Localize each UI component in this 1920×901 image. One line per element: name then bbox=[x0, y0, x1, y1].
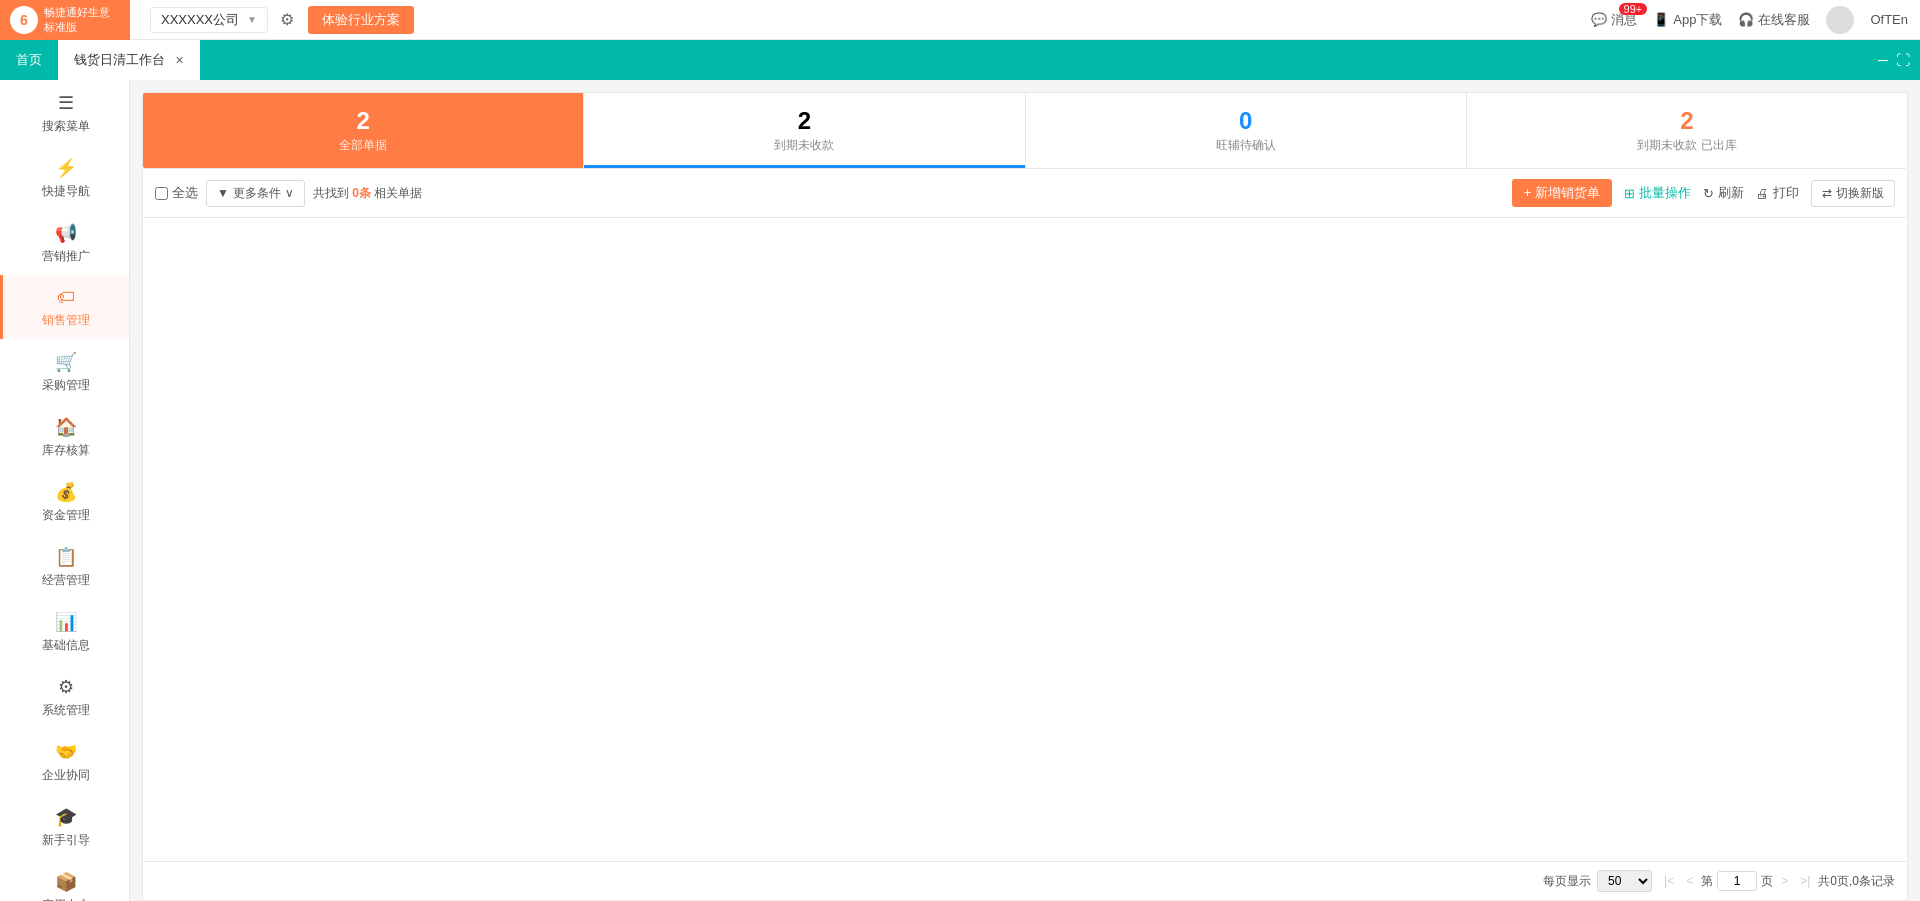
refresh-icon: ↻ bbox=[1703, 186, 1714, 201]
toolbar-right: + 新增销货单 ⊞ 批量操作 ↻ 刷新 🖨 打印 ⇄ 切换新版 bbox=[1512, 179, 1895, 207]
sidebar-item-quick-nav[interactable]: ⚡ 快捷导航 bbox=[0, 145, 129, 210]
prev-page-button[interactable]: < bbox=[1682, 872, 1697, 890]
message-badge: 99+ bbox=[1619, 3, 1648, 15]
select-all-checkbox[interactable]: 全选 bbox=[155, 184, 198, 202]
page-input[interactable] bbox=[1717, 871, 1757, 891]
quick-nav-icon: ⚡ bbox=[55, 157, 77, 179]
company-name: XXXXXX公司 bbox=[161, 11, 239, 29]
filter-icon: ▼ bbox=[217, 186, 229, 200]
switch-version-button[interactable]: ⇄ 切换新版 bbox=[1811, 180, 1895, 207]
card-all-num: 2 bbox=[163, 107, 563, 135]
chevron-down-icon: ▼ bbox=[247, 14, 257, 25]
company-selector[interactable]: XXXXXX公司 ▼ bbox=[150, 7, 268, 33]
top-bar: 6 畅捷通好生意 标准版 XXXXXX公司 ▼ ⚙ 体验行业方案 💬 消息 99… bbox=[0, 0, 1920, 40]
operation-icon: 📋 bbox=[55, 546, 77, 568]
main-layout: ☰ 搜索菜单 ⚡ 快捷导航 📢 营销推广 🏷 销售管理 🛒 采购管理 🏠 库存核… bbox=[0, 80, 1920, 901]
refresh-button[interactable]: ↻ 刷新 bbox=[1703, 184, 1744, 202]
guide-icon: 🎓 bbox=[55, 806, 77, 828]
sidebar-item-guide[interactable]: 🎓 新手引导 bbox=[0, 794, 129, 859]
card-bottom-bar bbox=[584, 165, 1024, 168]
sidebar-item-marketing[interactable]: 📢 营销推广 bbox=[0, 210, 129, 275]
trial-button[interactable]: 体验行业方案 bbox=[308, 6, 414, 34]
sidebar-item-finance[interactable]: 💰 资金管理 bbox=[0, 469, 129, 534]
search-menu-icon: ☰ bbox=[58, 92, 74, 114]
sidebar-item-app-center[interactable]: 📦 应用中心 bbox=[0, 859, 129, 901]
avatar-name: OfTEn bbox=[1870, 12, 1908, 27]
card-wangfu-label: 旺辅待确认 bbox=[1046, 137, 1446, 154]
content-area: 2 全部单据 2 到期未收款 0 旺辅待确认 2 到期未收款 已出库 bbox=[130, 80, 1920, 901]
more-filters-button[interactable]: ▼ 更多条件 ∨ bbox=[206, 180, 305, 207]
download-icon: 📱 bbox=[1653, 12, 1669, 27]
select-all-input[interactable] bbox=[155, 187, 168, 200]
sales-icon: 🏷 bbox=[57, 287, 75, 308]
last-page-button[interactable]: >| bbox=[1796, 872, 1814, 890]
switch-icon: ⇄ bbox=[1822, 186, 1832, 200]
base-info-icon: 📊 bbox=[55, 611, 77, 633]
message-icon: 💬 bbox=[1591, 12, 1607, 27]
sidebar: ☰ 搜索菜单 ⚡ 快捷导航 📢 营销推广 🏷 销售管理 🛒 采购管理 🏠 库存核… bbox=[0, 80, 130, 901]
tab-home[interactable]: 首页 bbox=[0, 40, 58, 80]
card-shipped-num: 2 bbox=[1487, 107, 1887, 135]
card-all-label: 全部单据 bbox=[163, 137, 563, 154]
batch-operation-button[interactable]: ⊞ 批量操作 bbox=[1624, 184, 1691, 202]
page-total: 共0页,0条记录 bbox=[1818, 873, 1895, 890]
logo-area: 6 畅捷通好生意 标准版 bbox=[0, 0, 130, 40]
table-area bbox=[142, 218, 1908, 862]
sidebar-item-enterprise[interactable]: 🤝 企业协同 bbox=[0, 729, 129, 794]
sidebar-item-sales[interactable]: 🏷 销售管理 bbox=[0, 275, 129, 339]
headset-icon: 🎧 bbox=[1738, 12, 1754, 27]
toolbar: 全选 ▼ 更多条件 ∨ 共找到 0条 相关单据 + 新增销货单 ⊞ 批量操作 bbox=[142, 169, 1908, 218]
app-center-icon: 📦 bbox=[55, 871, 77, 893]
inventory-icon: 🏠 bbox=[55, 416, 77, 438]
purchase-icon: 🛒 bbox=[55, 351, 77, 373]
sidebar-item-inventory[interactable]: 🏠 库存核算 bbox=[0, 404, 129, 469]
page-nav: |< < 第 页 > >| 共0页,0条记录 bbox=[1660, 871, 1895, 891]
card-wangfu-num: 0 bbox=[1046, 107, 1446, 135]
logo-text: 畅捷通好生意 标准版 bbox=[44, 5, 110, 34]
system-icon: ⚙ bbox=[58, 676, 74, 698]
card-overdue-label: 到期未收款 bbox=[604, 137, 1004, 154]
marketing-icon: 📢 bbox=[55, 222, 77, 244]
tab-close-icon[interactable]: ✕ bbox=[175, 54, 184, 66]
sidebar-item-system[interactable]: ⚙ 系统管理 bbox=[0, 664, 129, 729]
settings-icon[interactable]: ⚙ bbox=[276, 6, 298, 33]
chevron-icon: ∨ bbox=[285, 186, 294, 200]
per-page-selector: 每页显示 50 100 200 bbox=[1543, 870, 1652, 892]
card-all[interactable]: 2 全部单据 bbox=[143, 93, 584, 168]
online-service-button[interactable]: 🎧 在线客服 bbox=[1738, 11, 1810, 29]
card-shipped[interactable]: 2 到期未收款 已出库 bbox=[1467, 93, 1907, 168]
nav-tabs: 首页 钱货日清工作台 ✕ ─ ⛶ bbox=[0, 40, 1920, 80]
sidebar-item-search[interactable]: ☰ 搜索菜单 bbox=[0, 80, 129, 145]
pagination-bar: 每页显示 50 100 200 |< < 第 页 > >| 共0页,0条记录 bbox=[142, 862, 1908, 901]
card-overdue-num: 2 bbox=[604, 107, 1004, 135]
tab-workbench[interactable]: 钱货日清工作台 ✕ bbox=[58, 40, 200, 80]
first-page-button[interactable]: |< bbox=[1660, 872, 1678, 890]
per-page-select[interactable]: 50 100 200 bbox=[1597, 870, 1652, 892]
top-right-actions: 💬 消息 99+ 📱 App下载 🎧 在线客服 OfTEn bbox=[1591, 6, 1908, 34]
nav-minimize-icon[interactable]: ─ bbox=[1878, 52, 1888, 68]
found-text: 共找到 0条 相关单据 bbox=[313, 185, 422, 202]
enterprise-icon: 🤝 bbox=[55, 741, 77, 763]
nav-tabs-right: ─ ⛶ bbox=[1878, 52, 1920, 68]
sidebar-item-base-info[interactable]: 📊 基础信息 bbox=[0, 599, 129, 664]
sidebar-item-operation[interactable]: 📋 经营管理 bbox=[0, 534, 129, 599]
next-page-button[interactable]: > bbox=[1777, 872, 1792, 890]
nav-maximize-icon[interactable]: ⛶ bbox=[1896, 52, 1910, 68]
new-sales-order-button[interactable]: + 新增销货单 bbox=[1512, 179, 1612, 207]
sidebar-item-purchase[interactable]: 🛒 采购管理 bbox=[0, 339, 129, 404]
logo-icon: 6 bbox=[10, 6, 38, 34]
app-download-button[interactable]: 📱 App下载 bbox=[1653, 11, 1722, 29]
print-icon: 🖨 bbox=[1756, 186, 1769, 201]
avatar[interactable] bbox=[1826, 6, 1854, 34]
card-wangfu[interactable]: 0 旺辅待确认 bbox=[1026, 93, 1467, 168]
print-button[interactable]: 🖨 打印 bbox=[1756, 184, 1799, 202]
message-button[interactable]: 💬 消息 99+ bbox=[1591, 11, 1637, 29]
toolbar-left: 全选 ▼ 更多条件 ∨ 共找到 0条 相关单据 bbox=[155, 180, 422, 207]
summary-cards: 2 全部单据 2 到期未收款 0 旺辅待确认 2 到期未收款 已出库 bbox=[142, 92, 1908, 169]
found-count: 0条 bbox=[352, 186, 371, 200]
card-shipped-label: 到期未收款 已出库 bbox=[1487, 137, 1887, 154]
card-overdue[interactable]: 2 到期未收款 bbox=[584, 93, 1025, 168]
batch-icon: ⊞ bbox=[1624, 186, 1635, 201]
finance-icon: 💰 bbox=[55, 481, 77, 503]
